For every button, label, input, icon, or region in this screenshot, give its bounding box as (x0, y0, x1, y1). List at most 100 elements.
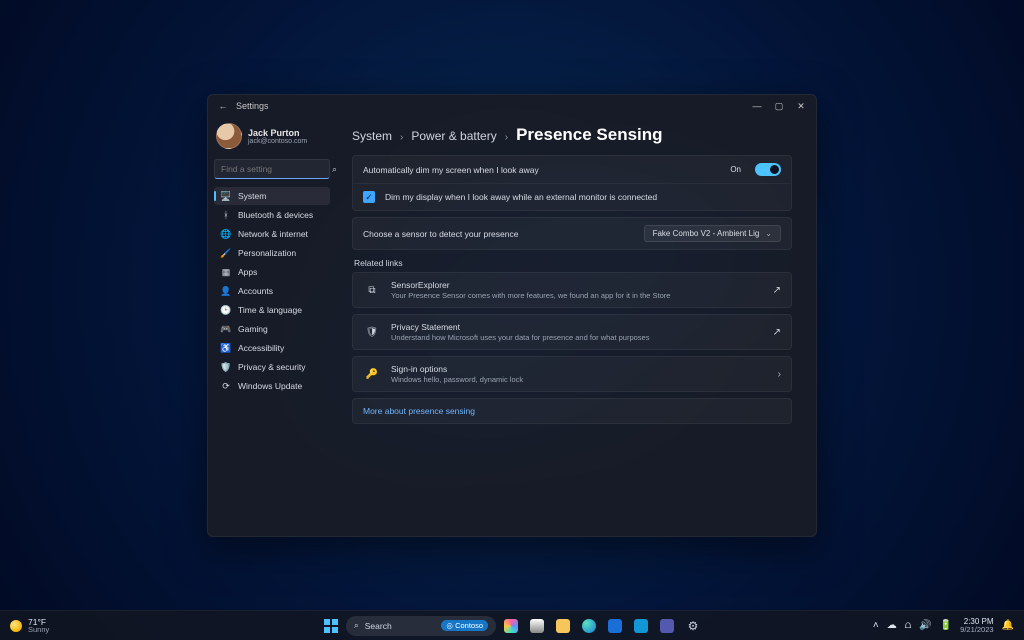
nav-icon: 🌐 (220, 229, 232, 240)
related-link-sub: Windows hello, password, dynamic lock (391, 375, 768, 384)
battery-icon[interactable]: 🔋 (940, 620, 952, 631)
onedrive-icon[interactable]: ☁ (887, 620, 897, 631)
user-block[interactable]: Jack Purton jack@contoso.com (214, 121, 330, 155)
breadcrumb-power[interactable]: Power & battery (411, 129, 496, 143)
wifi-icon[interactable]: ⩍ (905, 620, 912, 631)
related-link-icon: 🔑 (363, 365, 381, 383)
related-link-card: ⧉SensorExplorerYour Presence Sensor come… (352, 272, 792, 308)
edge-icon[interactable] (578, 615, 600, 637)
related-link-card: 🛡 Privacy StatementUnderstand how Microso… (352, 314, 792, 350)
start-button[interactable] (320, 615, 342, 637)
mail-icon[interactable] (630, 615, 652, 637)
explorer-icon[interactable] (552, 615, 574, 637)
settings-search-input[interactable] (221, 164, 332, 174)
related-link-icon: ⧉ (363, 281, 381, 299)
sidebar-item-time-language[interactable]: 🕒 Time & language (214, 301, 330, 319)
nav-label: Gaming (238, 324, 268, 334)
weather-widget[interactable]: 71°F Sunny (0, 618, 59, 634)
main-panel: System › Power & battery › Presence Sens… (336, 117, 816, 536)
related-link-sub: Understand how Microsoft uses your data … (391, 333, 763, 342)
window-titlebar: ← Settings — ▢ ✕ (208, 95, 816, 117)
related-link[interactable]: ⧉SensorExplorerYour Presence Sensor come… (353, 273, 791, 307)
sidebar-item-accessibility[interactable]: ♿Accessibility (214, 339, 330, 357)
nav-label: Time & language (238, 305, 302, 315)
nav-label: Personalization (238, 248, 296, 258)
user-email: jack@contoso.com (248, 138, 307, 145)
system-tray: ˄ ☁ ⩍ 🔊 🔋 2:30 PM 9/21/2023 🔔 (863, 618, 1024, 634)
sidebar-item-accounts[interactable]: 👤Accounts (214, 282, 330, 300)
nav-icon: ♿ (220, 343, 232, 354)
sensor-card: Choose a sensor to detect your presence … (352, 217, 792, 250)
taskbar-search-placeholder: Search (365, 621, 392, 631)
close-button[interactable]: ✕ (790, 95, 812, 117)
sensor-dropdown[interactable]: Fake Combo V2 - Ambient Lig ⌄ (644, 225, 781, 242)
sidebar-item-personalization[interactable]: 🖌️ Personalization (214, 244, 330, 262)
sidebar-item-windows-update[interactable]: ⟳ Windows Update (214, 377, 330, 395)
open-external-icon: ↗ (773, 327, 781, 338)
sidebar: Jack Purton jack@contoso.com ⌕ 🖥️Systemᚼ… (208, 117, 336, 536)
related-link[interactable]: 🔑 Sign-in optionsWindows hello, password,… (353, 357, 791, 391)
taskbar-center: ⌕ Search ◎ Contoso ⚙ (320, 615, 704, 637)
nav-icon: 🎮 (220, 324, 232, 335)
notifications-icon[interactable]: 🔔 (1002, 620, 1014, 631)
open-external-icon: ↗ (773, 285, 781, 296)
related-link-title: SensorExplorer (391, 280, 763, 290)
breadcrumb-current: Presence Sensing (516, 125, 662, 145)
maximize-button[interactable]: ▢ (768, 95, 790, 117)
store-icon[interactable] (604, 615, 626, 637)
nav-label: Network & internet (238, 229, 308, 239)
nav-label: Windows Update (238, 381, 302, 391)
auto-dim-card: Automatically dim my screen when I look … (352, 155, 792, 211)
task-view-icon[interactable] (526, 615, 548, 637)
sidebar-item-system[interactable]: 🖥️System (214, 187, 330, 205)
minimize-button[interactable]: — (746, 95, 768, 117)
settings-search[interactable]: ⌕ (214, 159, 330, 179)
taskbar-search[interactable]: ⌕ Search ◎ Contoso (346, 616, 496, 636)
chevron-right-icon: › (400, 132, 403, 143)
related-link-icon: 🛡 (363, 323, 381, 341)
sensor-value: Fake Combo V2 - Ambient Lig (653, 229, 760, 238)
more-card: More about presence sensing (352, 398, 792, 424)
dim-external-checkbox[interactable]: ✓ (363, 191, 375, 203)
nav-icon: 🖥️ (220, 191, 232, 202)
breadcrumb: System › Power & battery › Presence Sens… (352, 125, 792, 145)
nav-icon: ▦ (220, 267, 232, 278)
user-name: Jack Purton (248, 128, 307, 138)
sidebar-item-network-internet[interactable]: 🌐 Network & internet (214, 225, 330, 243)
sidebar-item-bluetooth-devices[interactable]: ᚼBluetooth & devices (214, 206, 330, 224)
related-link[interactable]: 🛡 Privacy StatementUnderstand how Microso… (353, 315, 791, 349)
related-link-title: Sign-in options (391, 364, 768, 374)
weather-icon (10, 620, 22, 632)
weather-desc: Sunny (28, 626, 49, 634)
nav-icon: 🕒 (220, 305, 232, 316)
related-heading: Related links (354, 258, 792, 268)
auto-dim-state: On (730, 165, 741, 174)
nav-icon: ⟳ (220, 381, 232, 392)
auto-dim-toggle[interactable] (755, 163, 781, 176)
copilot-icon[interactable] (500, 615, 522, 637)
nav-icon: 🖌️ (220, 248, 232, 259)
search-icon: ⌕ (354, 620, 359, 631)
clock[interactable]: 2:30 PM 9/21/2023 (960, 618, 993, 634)
sidebar-item-gaming[interactable]: 🎮 Gaming (214, 320, 330, 338)
chevron-right-icon: › (505, 132, 508, 143)
chevron-right-icon: › (778, 369, 781, 380)
search-badge: ◎ Contoso (441, 620, 488, 631)
sidebar-item-apps[interactable]: ▦Apps (214, 263, 330, 281)
related-link-card: 🔑 Sign-in optionsWindows hello, password,… (352, 356, 792, 392)
window-title: Settings (236, 101, 269, 111)
sidebar-item-privacy-security[interactable]: 🛡️Privacy & security (214, 358, 330, 376)
nav-icon: ᚼ (220, 210, 232, 220)
more-about-link[interactable]: More about presence sensing (363, 406, 475, 416)
breadcrumb-system[interactable]: System (352, 129, 392, 143)
teams-icon[interactable] (656, 615, 678, 637)
auto-dim-label: Automatically dim my screen when I look … (363, 165, 720, 175)
settings-icon[interactable]: ⚙ (682, 615, 704, 637)
sensor-label: Choose a sensor to detect your presence (363, 229, 634, 239)
related-link-title: Privacy Statement (391, 322, 763, 332)
tray-overflow-icon[interactable]: ˄ (873, 620, 879, 631)
settings-window: ← Settings — ▢ ✕ Jack Purton jack@contos… (207, 94, 817, 537)
dim-external-label: Dim my display when I look away while an… (385, 192, 781, 202)
volume-icon[interactable]: 🔊 (919, 620, 931, 631)
back-button[interactable]: ← (216, 101, 230, 111)
